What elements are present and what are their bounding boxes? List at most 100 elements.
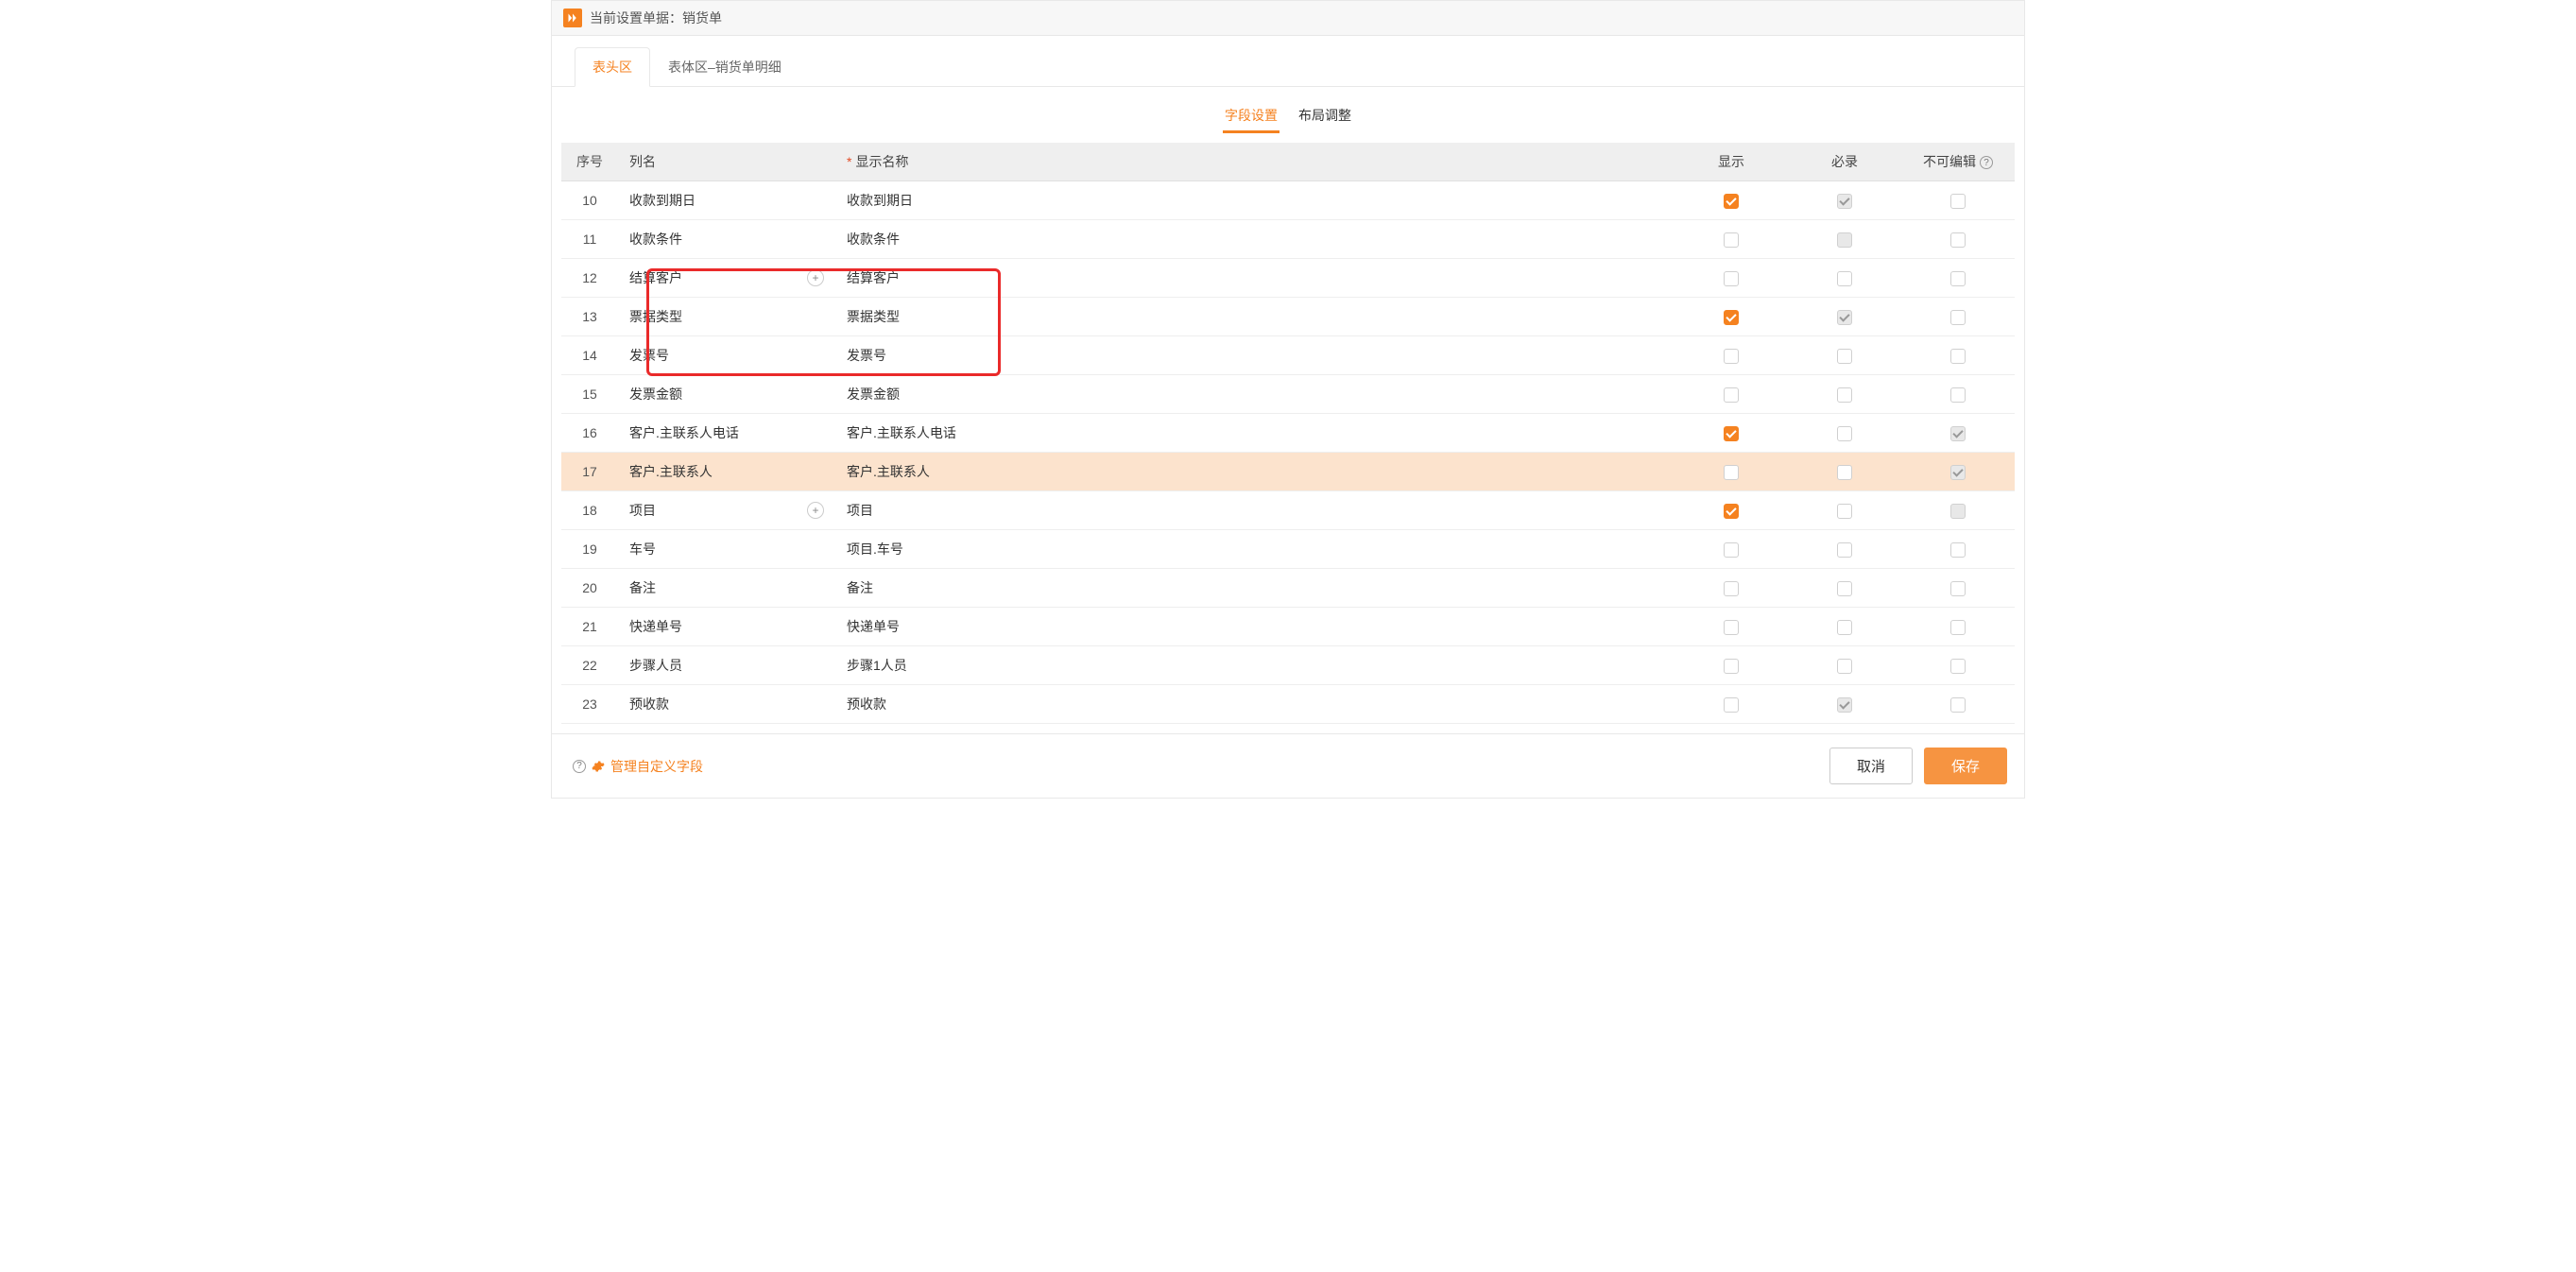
add-subfield-button[interactable]: + <box>807 269 824 286</box>
cancel-button[interactable]: 取消 <box>1829 748 1913 784</box>
checkbox-show[interactable] <box>1724 271 1739 286</box>
checkbox-readonly[interactable] <box>1950 310 1966 325</box>
save-button[interactable]: 保存 <box>1924 748 2007 784</box>
footer-help-icon[interactable]: ? <box>573 760 586 773</box>
cell-display[interactable]: 备注 <box>835 569 1674 608</box>
checkbox-readonly[interactable] <box>1950 620 1966 635</box>
cell-display[interactable]: 步骤1人员 <box>835 646 1674 685</box>
checkbox-required[interactable] <box>1837 387 1852 403</box>
checkbox-readonly[interactable] <box>1950 194 1966 209</box>
checkbox-readonly[interactable] <box>1950 659 1966 674</box>
checkbox-required[interactable] <box>1837 504 1852 519</box>
expand-sidebar-button[interactable] <box>563 9 582 27</box>
checkbox-show[interactable] <box>1724 232 1739 248</box>
cell-name: 步骤人员 <box>618 646 835 685</box>
subtab-0[interactable]: 字段设置 <box>1223 100 1279 133</box>
table-row: 21快递单号快递单号 <box>561 608 2015 646</box>
cell-seq: 20 <box>561 569 618 608</box>
cell-seq: 17 <box>561 453 618 491</box>
field-name-label: 步骤人员 <box>629 658 682 673</box>
checkbox-show[interactable] <box>1724 426 1739 441</box>
checkbox-show[interactable] <box>1724 387 1739 403</box>
manage-custom-fields-link[interactable]: 管理自定义字段 <box>610 757 703 776</box>
cell-seq: 15 <box>561 375 618 414</box>
checkbox-show[interactable] <box>1724 581 1739 596</box>
checkbox-required[interactable] <box>1837 659 1852 674</box>
cell-display[interactable]: 收款条件 <box>835 220 1674 259</box>
table-row: 17 客户.主联系人 客户.主联系人 <box>561 453 2015 491</box>
cell-display[interactable]: 票据类型 <box>835 298 1674 336</box>
footer-left: ? 管理自定义字段 <box>569 757 703 776</box>
cell-display[interactable]: 项目.车号 <box>835 530 1674 569</box>
checkbox-readonly[interactable] <box>1950 697 1966 713</box>
cell-display[interactable]: 结算客户 <box>835 259 1674 298</box>
checkbox-readonly[interactable] <box>1950 542 1966 558</box>
checkbox-show[interactable] <box>1724 194 1739 209</box>
help-icon[interactable]: ? <box>1980 156 1993 169</box>
field-name-label: 备注 <box>629 580 656 595</box>
add-subfield-button[interactable]: + <box>807 502 824 519</box>
table-row: 20 备注 备注 <box>561 569 2015 608</box>
cell-display[interactable]: 客户.主联系人 <box>835 453 1674 491</box>
checkbox-readonly[interactable] <box>1950 581 1966 596</box>
cell-display[interactable]: 预收款 <box>835 685 1674 724</box>
checkbox-show[interactable] <box>1724 697 1739 713</box>
cell-seq: 23 <box>561 685 618 724</box>
cell-readonly <box>1901 414 2015 453</box>
checkbox-required[interactable] <box>1837 349 1852 364</box>
cell-display[interactable]: 收款到期日 <box>835 181 1674 220</box>
cell-readonly <box>1901 181 2015 220</box>
cell-readonly <box>1901 530 2015 569</box>
checkbox-readonly[interactable] <box>1950 232 1966 248</box>
tab-1[interactable]: 表体区–销货单明细 <box>650 47 799 87</box>
checkbox-readonly[interactable] <box>1950 349 1966 364</box>
sub-tabs: 字段设置布局调整 <box>552 87 2024 133</box>
checkbox-show[interactable] <box>1724 310 1739 325</box>
checkbox-show[interactable] <box>1724 542 1739 558</box>
cell-seq: 10 <box>561 181 618 220</box>
checkbox-required[interactable] <box>1837 426 1852 441</box>
gear-icon <box>592 760 605 773</box>
cell-readonly <box>1901 298 2015 336</box>
cell-display[interactable]: 快递单号 <box>835 608 1674 646</box>
cell-show <box>1674 298 1788 336</box>
table-row: 15发票金额发票金额 <box>561 375 2015 414</box>
checkbox-required[interactable] <box>1837 542 1852 558</box>
cell-seq: 13 <box>561 298 618 336</box>
tab-0[interactable]: 表头区 <box>575 47 650 87</box>
checkbox-show[interactable] <box>1724 349 1739 364</box>
cell-name: 客户.主联系人 <box>618 453 835 491</box>
subtab-1[interactable]: 布局调整 <box>1297 100 1353 133</box>
cell-show <box>1674 375 1788 414</box>
checkbox-show[interactable] <box>1724 659 1739 674</box>
field-name-label: 客户.主联系人 <box>629 464 713 479</box>
checkbox-show[interactable] <box>1724 620 1739 635</box>
cell-name: 项目+ <box>618 491 835 530</box>
field-name-label: 预收款 <box>629 696 669 712</box>
cell-name: 客户.主联系人电话 <box>618 414 835 453</box>
checkbox-readonly <box>1950 426 1966 441</box>
cell-display[interactable]: 发票金额 <box>835 375 1674 414</box>
checkbox-readonly[interactable] <box>1950 271 1966 286</box>
checkbox-readonly <box>1950 504 1966 519</box>
cell-required <box>1788 530 1901 569</box>
checkbox-show[interactable] <box>1724 465 1739 480</box>
cell-seq: 12 <box>561 259 618 298</box>
checkbox-required[interactable] <box>1837 581 1852 596</box>
cell-display[interactable]: 客户.主联系人电话 <box>835 414 1674 453</box>
cell-name: 备注 <box>618 569 835 608</box>
table-row: 14发票号发票号 <box>561 336 2015 375</box>
cell-display[interactable]: 发票号 <box>835 336 1674 375</box>
checkbox-required[interactable] <box>1837 465 1852 480</box>
table-row: 22步骤人员步骤1人员 <box>561 646 2015 685</box>
cell-readonly <box>1901 259 2015 298</box>
table-row: 18项目+项目 <box>561 491 2015 530</box>
checkbox-show[interactable] <box>1724 504 1739 519</box>
checkbox-readonly[interactable] <box>1950 387 1966 403</box>
checkbox-required[interactable] <box>1837 620 1852 635</box>
cell-display[interactable]: 项目 <box>835 491 1674 530</box>
checkbox-required[interactable] <box>1837 271 1852 286</box>
th-name: 列名 <box>618 143 835 181</box>
table-row: 23 预收款 预收款 <box>561 685 2015 724</box>
cell-show <box>1674 569 1788 608</box>
